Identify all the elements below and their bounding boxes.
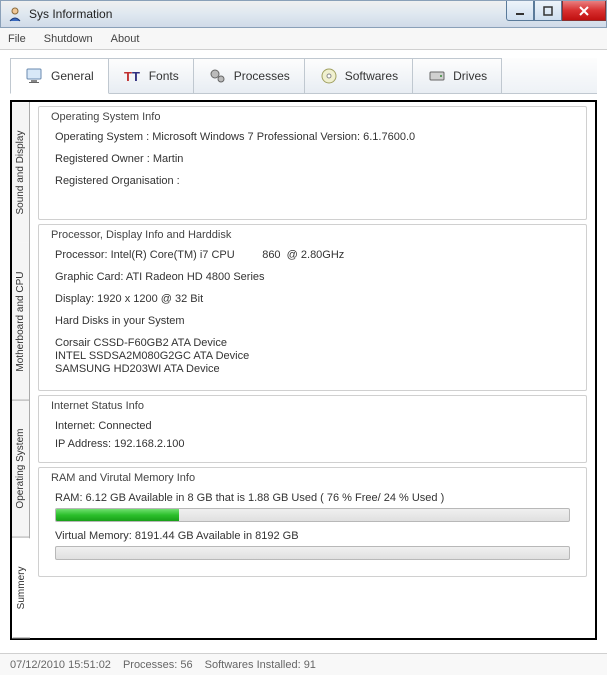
menubar: File Shutdown About bbox=[0, 28, 607, 50]
tab-processes[interactable]: Processes bbox=[193, 58, 305, 93]
net-info-legend: Internet Status Info bbox=[49, 400, 576, 412]
owner-line: Registered Owner : Martin bbox=[55, 153, 576, 165]
os-info-legend: Operating System Info bbox=[49, 111, 576, 123]
os-line: Operating System : Microsoft Windows 7 P… bbox=[55, 131, 576, 143]
top-tabs: General TT Fonts Processes Softwares Dri… bbox=[10, 58, 597, 94]
close-button[interactable] bbox=[562, 1, 606, 21]
os-info-group: Operating System Info Operating System :… bbox=[38, 106, 587, 220]
status-software: Softwares Installed: 91 bbox=[205, 659, 316, 671]
tab-fonts[interactable]: TT Fonts bbox=[108, 58, 194, 93]
app-icon bbox=[7, 6, 23, 22]
fonts-icon: TT bbox=[123, 67, 143, 85]
status-datetime: 07/12/2010 15:51:02 bbox=[10, 659, 111, 671]
svg-text:T: T bbox=[132, 69, 140, 84]
disc-icon bbox=[319, 67, 339, 85]
ram-progress bbox=[55, 508, 570, 522]
titlebar: Sys Information bbox=[0, 0, 607, 28]
tab-softwares[interactable]: Softwares bbox=[304, 58, 413, 93]
menu-about[interactable]: About bbox=[111, 33, 140, 45]
hdd-header: Hard Disks in your System bbox=[55, 315, 576, 327]
minimize-button[interactable] bbox=[506, 1, 534, 21]
hdd-2: INTEL SSDSA2M080G2GC ATA Device bbox=[55, 350, 576, 362]
hdd-3: SAMSUNG HD203WI ATA Device bbox=[55, 363, 576, 375]
status-processes: Processes: 56 bbox=[123, 659, 193, 671]
ram-line: RAM: 6.12 GB Available in 8 GB that is 1… bbox=[55, 492, 576, 504]
window-controls bbox=[506, 1, 606, 21]
tab-general-label: General bbox=[51, 69, 94, 83]
ram-info-group: RAM and Virutal Memory Info RAM: 6.12 GB… bbox=[38, 467, 587, 577]
menu-file[interactable]: File bbox=[8, 33, 26, 45]
tab-softwares-label: Softwares bbox=[345, 69, 398, 83]
hdd-1: Corsair CSSD-F60GB2 ATA Device bbox=[55, 337, 576, 349]
net-ip: IP Address: 192.168.2.100 bbox=[55, 438, 576, 450]
tab-processes-label: Processes bbox=[234, 69, 290, 83]
vtab-os[interactable]: Operating System bbox=[12, 400, 29, 538]
computer-icon bbox=[25, 67, 45, 85]
vtab-sound-display[interactable]: Sound and Display bbox=[12, 102, 29, 242]
tab-drives-label: Drives bbox=[453, 69, 487, 83]
tab-general[interactable]: General bbox=[10, 58, 109, 94]
vmem-progress bbox=[55, 546, 570, 560]
drive-icon bbox=[427, 67, 447, 85]
cpu-line: Processor: Intel(R) Core(TM) i7 CPU 860 … bbox=[55, 249, 576, 261]
maximize-button[interactable] bbox=[534, 1, 562, 21]
vmem-line: Virtual Memory: 8191.44 GB Available in … bbox=[55, 530, 576, 542]
tab-drives[interactable]: Drives bbox=[412, 58, 502, 93]
org-line: Registered Organisation : bbox=[55, 175, 576, 187]
vtab-summery[interactable]: Summery bbox=[12, 538, 30, 638]
gpu-line: Graphic Card: ATI Radeon HD 4800 Series bbox=[55, 271, 576, 283]
svg-text:T: T bbox=[124, 69, 132, 84]
content-area: Operating System Info Operating System :… bbox=[30, 102, 595, 638]
display-line: Display: 1920 x 1200 @ 32 Bit bbox=[55, 293, 576, 305]
vtab-mbcpu[interactable]: Motherboard and CPU bbox=[12, 243, 29, 401]
side-tabs: Summery Operating System Motherboard and… bbox=[12, 102, 30, 638]
net-status: Internet: Connected bbox=[55, 420, 576, 432]
hw-info-legend: Processor, Display Info and Harddisk bbox=[49, 229, 576, 241]
hw-info-group: Processor, Display Info and Harddisk Pro… bbox=[38, 224, 587, 391]
ram-info-legend: RAM and Virutal Memory Info bbox=[49, 472, 576, 484]
menu-shutdown[interactable]: Shutdown bbox=[44, 33, 93, 45]
window-title: Sys Information bbox=[29, 7, 112, 21]
gear-icon bbox=[208, 67, 228, 85]
main-panel: Summery Operating System Motherboard and… bbox=[10, 100, 597, 640]
statusbar: 07/12/2010 15:51:02 Processes: 56 Softwa… bbox=[0, 653, 607, 675]
tab-fonts-label: Fonts bbox=[149, 69, 179, 83]
net-info-group: Internet Status Info Internet: Connected… bbox=[38, 395, 587, 463]
